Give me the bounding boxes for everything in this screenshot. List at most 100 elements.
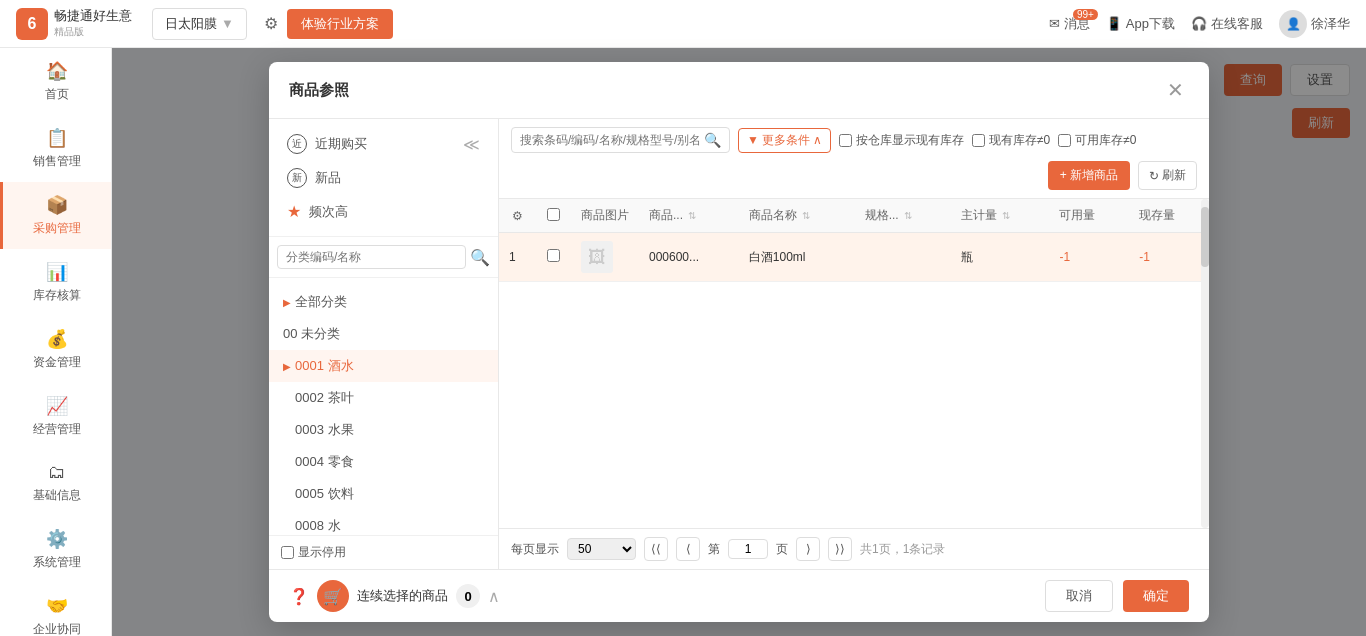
sidebar-item-inventory[interactable]: 📊 库存核算 <box>0 249 111 316</box>
th-unit[interactable]: 主计量 ⇅ <box>951 199 1050 233</box>
modal-header: 商品参照 ✕ <box>269 62 1209 119</box>
modal-overlay: 商品参照 ✕ 近 近期购买 ≪ 新 <box>112 48 1366 636</box>
row-checkbox[interactable] <box>547 249 560 262</box>
product-table-wrap: ⚙ 商品图片 商品... ⇅ <box>499 199 1209 528</box>
th-settings[interactable]: ⚙ <box>499 199 535 233</box>
nonzero-available-checkbox[interactable]: 可用库存≠0 <box>1058 132 1136 149</box>
chevron-up-icon[interactable]: ∧ <box>488 587 500 606</box>
warehouse-stock-input[interactable] <box>839 134 852 147</box>
main-layout: 🏠 首页 📋 销售管理 📦 采购管理 📊 库存核算 💰 资金管理 📈 经营管理 … <box>0 48 1366 636</box>
cart-icon[interactable]: 🛒 <box>317 580 349 612</box>
category-0008[interactable]: 0008 水 <box>269 510 498 535</box>
th-spec[interactable]: 规格... ⇅ <box>855 199 951 233</box>
nonzero-stock-checkbox[interactable]: 现有库存≠0 <box>972 132 1050 149</box>
online-service-button[interactable]: 🎧 在线客服 <box>1191 15 1263 33</box>
sidebar-item-base-info[interactable]: 🗂 基础信息 <box>0 450 111 516</box>
logo-line2: 精品版 <box>54 25 132 39</box>
frequent-item[interactable]: ★ 频次高 <box>277 195 490 228</box>
continuous-label: 连续选择的商品 <box>357 587 448 605</box>
first-page-button[interactable]: ⟨⟨ <box>644 537 668 561</box>
th-name[interactable]: 商品名称 ⇅ <box>739 199 855 233</box>
category-0001[interactable]: ▶ 0001 酒水 <box>269 350 498 382</box>
frequent-label: 频次高 <box>309 203 348 221</box>
category-0005[interactable]: 0005 饮料 <box>269 478 498 510</box>
help-icon[interactable]: ❓ <box>289 587 309 606</box>
chevron-up-icon: ∧ <box>813 133 822 147</box>
sidebar-item-operations[interactable]: 📈 经营管理 <box>0 383 111 450</box>
category-0002[interactable]: 0002 茶叶 <box>269 382 498 414</box>
close-button[interactable]: ✕ <box>1161 76 1189 104</box>
product-thumbnail: 🖼 <box>581 241 613 273</box>
chevron-down-icon: ▼ <box>221 16 234 31</box>
refresh-button[interactable]: ↻ 刷新 <box>1138 161 1197 190</box>
category-search-input[interactable] <box>277 245 466 269</box>
gear-icon[interactable]: ⚙ <box>255 8 287 40</box>
scrollbar-thumb[interactable] <box>1201 207 1209 267</box>
last-page-button[interactable]: ⟩⟩ <box>828 537 852 561</box>
table-row[interactable]: 1 🖼 000600... 白酒100ml 瓶 <box>499 233 1209 282</box>
page-label: 第 <box>708 541 720 558</box>
page-number-input[interactable] <box>728 539 768 559</box>
refresh-label: 刷新 <box>1162 167 1186 184</box>
right-panel: 🔍 ▼ 更多条件 ∧ 按仓库显示现有库存 <box>499 119 1209 569</box>
search-icon[interactable]: 🔍 <box>704 132 721 148</box>
sidebar-item-finance[interactable]: 💰 资金管理 <box>0 316 111 383</box>
sidebar-label: 经营管理 <box>33 421 81 438</box>
category-00[interactable]: 00 未分类 <box>269 318 498 350</box>
more-filter-button[interactable]: ▼ 更多条件 ∧ <box>738 128 831 153</box>
logo-line1: 畅捷通好生意 <box>54 8 132 25</box>
page-size-select[interactable]: 50 10 20 100 <box>567 538 636 560</box>
star-icon: ★ <box>287 202 301 221</box>
category-all[interactable]: ▶ 全部分类 <box>269 286 498 318</box>
sidebar-label: 采购管理 <box>33 220 81 237</box>
add-product-button[interactable]: + 新增商品 <box>1048 161 1130 190</box>
category-label: 0001 酒水 <box>295 357 354 375</box>
sort-icon: ⇅ <box>904 210 912 221</box>
sidebar-label: 企业协同 <box>33 621 81 636</box>
sidebar-item-enterprise[interactable]: 🤝 企业协同 <box>0 583 111 636</box>
sidebar-item-system[interactable]: ⚙️ 系统管理 <box>0 516 111 583</box>
new-products-item[interactable]: 新 新品 <box>277 161 490 195</box>
sidebar-item-purchase[interactable]: 📦 采购管理 <box>0 182 111 249</box>
nonzero-stock-input[interactable] <box>972 134 985 147</box>
product-search-input[interactable] <box>520 133 700 147</box>
category-0004[interactable]: 0004 零食 <box>269 446 498 478</box>
th-checkbox <box>535 199 571 233</box>
select-all-checkbox[interactable] <box>547 208 560 221</box>
arrow-icon: ▶ <box>283 297 291 308</box>
product-reference-modal: 商品参照 ✕ 近 近期购买 ≪ 新 <box>269 62 1209 622</box>
trial-button[interactable]: 体验行业方案 <box>287 9 393 39</box>
filter-label: 更多条件 <box>762 132 810 149</box>
td-unit: 瓶 <box>951 233 1050 282</box>
nav-selector-label: 日太阳膜 <box>165 15 217 33</box>
nav-selector[interactable]: 日太阳膜 ▼ <box>152 8 247 40</box>
category-0003[interactable]: 0003 水果 <box>269 414 498 446</box>
recent-label: 近期购买 <box>315 135 367 153</box>
scrollbar-track[interactable] <box>1201 199 1209 528</box>
cancel-button[interactable]: 取消 <box>1045 580 1113 612</box>
prev-page-button[interactable]: ⟨ <box>676 537 700 561</box>
total-info: 共1页，1条记录 <box>860 541 945 558</box>
avatar: 👤 <box>1279 10 1307 38</box>
toolbar-right: + 新增商品 ↻ 刷新 <box>1048 161 1197 190</box>
app-download-button[interactable]: 📱 App下载 <box>1106 15 1175 33</box>
recent-purchase-item[interactable]: 近 近期购买 ≪ <box>277 127 490 161</box>
user-menu[interactable]: 👤 徐泽华 <box>1279 10 1350 38</box>
th-spec-label: 规格... <box>865 208 899 222</box>
sidebar-item-sales[interactable]: 📋 销售管理 <box>0 115 111 182</box>
th-code[interactable]: 商品... ⇅ <box>639 199 739 233</box>
show-disabled-checkbox[interactable]: 显示停用 <box>281 544 346 561</box>
nonzero-available-input[interactable] <box>1058 134 1071 147</box>
category-search-icon[interactable]: 🔍 <box>470 248 490 267</box>
td-code: 000600... <box>639 233 739 282</box>
sidebar-item-home[interactable]: 🏠 首页 <box>0 48 111 115</box>
warehouse-stock-checkbox[interactable]: 按仓库显示现有库存 <box>839 132 964 149</box>
header-right: ✉ 消息 99+ 📱 App下载 🎧 在线客服 👤 徐泽华 <box>1049 10 1350 38</box>
next-page-button[interactable]: ⟩ <box>796 537 820 561</box>
show-disabled-input[interactable] <box>281 546 294 559</box>
table-header-row: ⚙ 商品图片 商品... ⇅ <box>499 199 1209 233</box>
collapse-icon[interactable]: ≪ <box>463 135 480 154</box>
confirm-button[interactable]: 确定 <box>1123 580 1189 612</box>
category-label: 0003 水果 <box>295 421 354 439</box>
messages-button[interactable]: ✉ 消息 99+ <box>1049 15 1090 33</box>
